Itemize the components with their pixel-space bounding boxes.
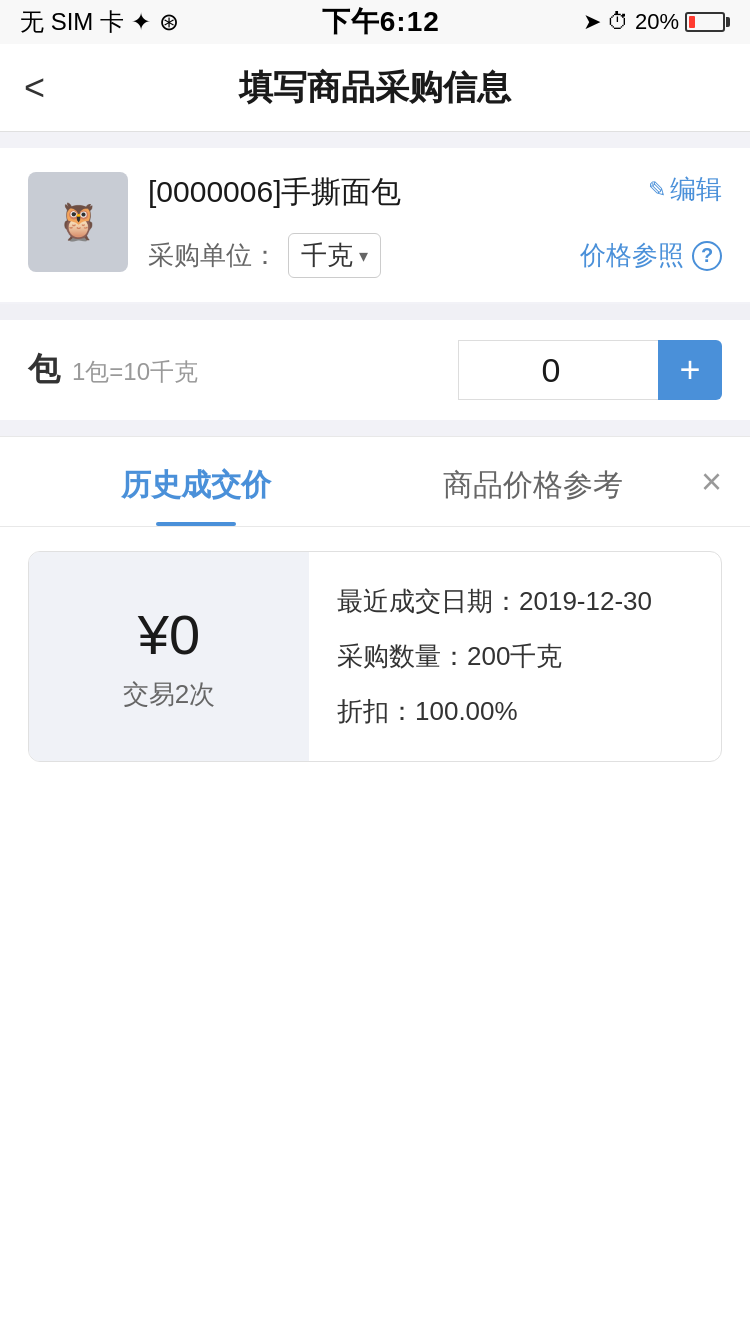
back-icon: < [24,67,45,109]
price-details: 最近成交日期：2019-12-30 采购数量：200千克 折扣：100.00% [309,552,721,761]
status-bar: 无 SIM 卡 ✦ ⊛ 下午6:12 ➤ ⏱ 20% [0,0,750,44]
price-summary: ¥0 交易2次 [29,552,309,761]
price-amount: ¥0 [138,602,200,667]
bottom-panel: 历史成交价 商品价格参考 × ¥0 交易2次 最近成交日期：2019-12-30… [0,436,750,1334]
unit-value: 千克 [301,238,353,273]
battery-icon [685,12,730,32]
purchase-qty-label: 采购数量： [337,641,467,671]
product-logo: 🦉 [56,201,101,243]
quantity-label-group: 包 1包=10千克 [28,348,198,392]
price-times: 交易2次 [123,677,215,712]
product-thumbnail: 🦉 [28,172,128,272]
price-card: ¥0 交易2次 最近成交日期：2019-12-30 采购数量：200千克 折扣：… [28,551,722,762]
tab-underline [156,522,236,526]
tabs-row: 历史成交价 商品价格参考 × [0,437,750,527]
discount-row: 折扣：100.00% [337,692,693,731]
quantity-input[interactable] [458,340,658,400]
edit-label: 编辑 [670,172,722,207]
quantity-section: 包 1包=10千克 + [0,304,750,420]
tab-price-reference[interactable]: 商品价格参考 [364,437,700,526]
alarm-icon: ⏱ [607,9,629,35]
page-title: 填写商品采购信息 [239,65,511,111]
dropdown-arrow-icon: ▾ [359,245,368,267]
nav-bar: < 填写商品采购信息 [0,44,750,132]
help-icon: ? [692,241,722,271]
purchase-qty-row: 采购数量：200千克 [337,637,693,676]
discount-value: 100.00% [415,696,518,726]
edit-icon: ✎ [648,177,666,203]
unit-label: 采购单位： 千克 ▾ [148,233,381,278]
recent-date-label: 最近成交日期： [337,586,519,616]
battery-percent: 20% [635,9,679,35]
purchase-qty-value: 200千克 [467,641,562,671]
edit-button[interactable]: ✎ 编辑 [648,172,722,207]
product-card: 🦉 [0000006]手撕面包 ✎ 编辑 采购单位： 千克 ▾ 价格参照 ? [0,148,750,302]
close-button[interactable]: × [701,444,722,520]
unit-dropdown[interactable]: 千克 ▾ [288,233,381,278]
quantity-unit-label: 包 [28,348,60,392]
white-fill-area [0,786,750,1334]
quantity-plus-button[interactable]: + [658,340,722,400]
product-header: [0000006]手撕面包 ✎ 编辑 [148,172,722,213]
status-time: 下午6:12 [322,3,440,41]
quantity-note: 1包=10千克 [72,356,198,388]
wifi-icon: ⊛ [159,8,179,36]
product-info: [0000006]手撕面包 ✎ 编辑 采购单位： 千克 ▾ 价格参照 ? [148,172,722,278]
unit-label-text: 采购单位： [148,238,278,273]
gray-divider [0,304,750,320]
tab-history-label: 历史成交价 [121,468,271,501]
tab-reference-label: 商品价格参考 [443,468,623,501]
back-button[interactable]: < [24,67,45,109]
status-right: ➤ ⏱ 20% [583,9,730,35]
price-ref-label: 价格参照 [580,238,684,273]
quantity-input-group: + [458,340,722,400]
recent-date-value: 2019-12-30 [519,586,652,616]
product-name: [0000006]手撕面包 [148,172,401,213]
tab-history-price[interactable]: 历史成交价 [28,437,364,526]
quantity-row: 包 1包=10千克 + [28,320,722,420]
discount-label: 折扣： [337,696,415,726]
price-reference-button[interactable]: 价格参照 ? [580,238,722,273]
recent-date-row: 最近成交日期：2019-12-30 [337,582,693,621]
location-icon: ➤ [583,9,601,35]
status-left: 无 SIM 卡 ✦ ⊛ [20,6,179,38]
product-unit-row: 采购单位： 千克 ▾ 价格参照 ? [148,233,722,278]
sim-label: 无 SIM 卡 ✦ [20,6,151,38]
